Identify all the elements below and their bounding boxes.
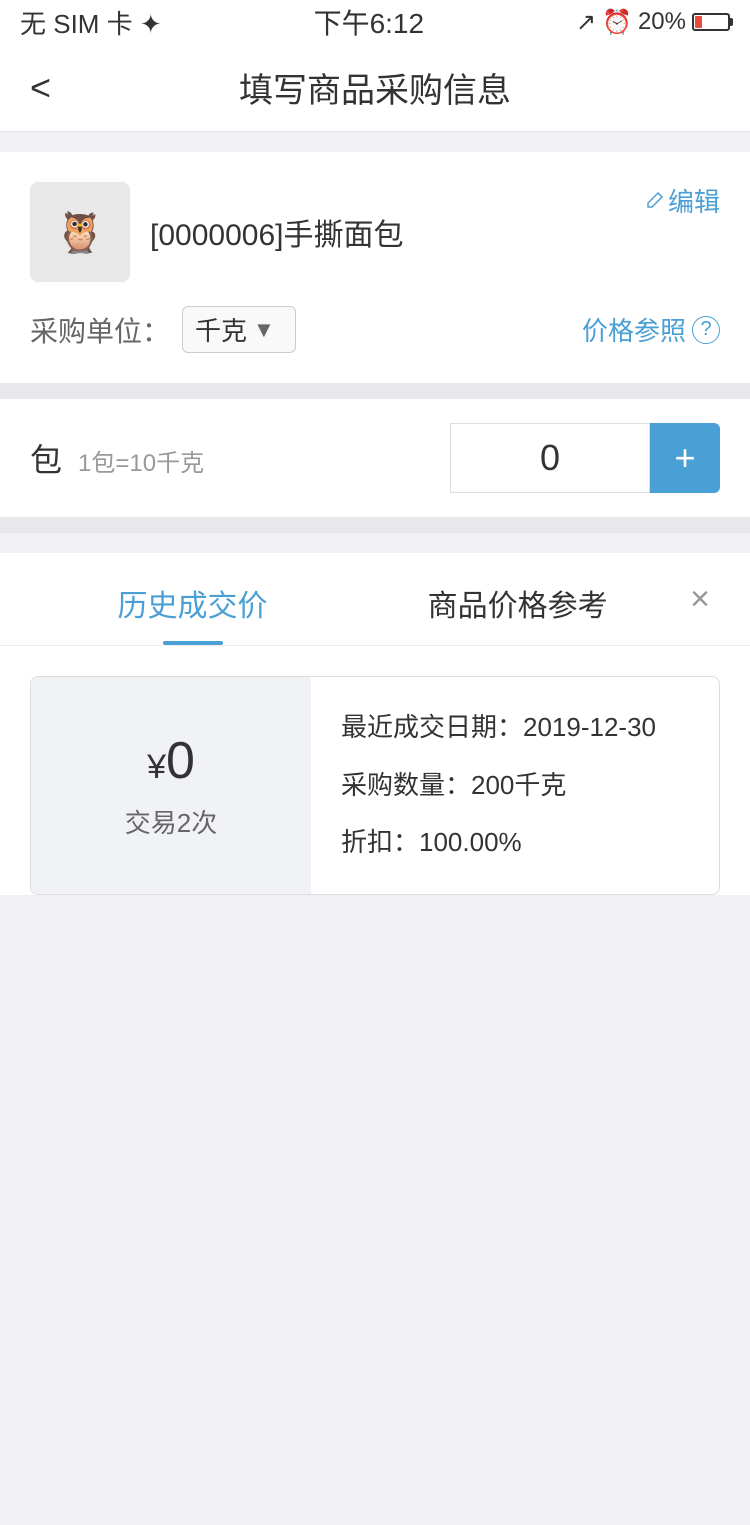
history-price-value: ¥0 bbox=[147, 731, 195, 791]
battery-icon bbox=[692, 13, 730, 31]
alarm-icon: ⏰ bbox=[602, 8, 632, 37]
product-name: [0000006]手撕面包 bbox=[150, 210, 403, 254]
history-price-summary: ¥0 交易2次 bbox=[31, 677, 311, 894]
purchase-quantity-label: 采购数量： bbox=[341, 770, 471, 800]
product-info-row: 🦉 [0000006]手撕面包 bbox=[30, 182, 403, 282]
edit-button[interactable]: 编辑 bbox=[644, 182, 720, 219]
quantity-plus-button[interactable]: + bbox=[650, 423, 720, 493]
status-right: ↗ ⏰ 20% bbox=[576, 8, 730, 37]
tab-product-price-ref-label: 商品价格参考 bbox=[428, 590, 608, 623]
price-number: 0 bbox=[166, 732, 195, 790]
status-time: 下午6:12 bbox=[314, 2, 425, 42]
edit-icon bbox=[644, 191, 664, 211]
page-title: 填写商品采购信息 bbox=[239, 63, 511, 112]
product-card: 🦉 [0000006]手撕面包 编辑 采购单位： 千克 ▼ 价格参照 ? bbox=[0, 152, 750, 383]
recent-date-row: 最近成交日期：2019-12-30 bbox=[341, 707, 689, 749]
tab-history-price-label: 历史成交价 bbox=[118, 590, 268, 623]
quantity-input-group: + bbox=[450, 423, 720, 493]
recent-date-label: 最近成交日期： bbox=[341, 712, 523, 742]
history-price-card: ¥0 交易2次 最近成交日期：2019-12-30 采购数量：200千克 折扣：… bbox=[30, 676, 720, 895]
tab-close-button[interactable]: × bbox=[680, 570, 720, 629]
location-icon: ↗ bbox=[576, 8, 596, 37]
quantity-row: 包 1包=10千克 + bbox=[0, 399, 750, 517]
nav-bar: < 填写商品采购信息 bbox=[0, 44, 750, 132]
discount-row: 折扣：100.00% bbox=[341, 822, 689, 864]
discount-label: 折扣： bbox=[341, 827, 419, 857]
quantity-unit-label: 包 bbox=[30, 435, 62, 481]
currency-symbol: ¥ bbox=[147, 748, 166, 786]
product-thumbnail: 🦉 bbox=[30, 182, 130, 282]
history-price-details: 最近成交日期：2019-12-30 采购数量：200千克 折扣：100.00% bbox=[311, 677, 719, 894]
tab-section: 历史成交价 商品价格参考 × ¥0 交易2次 最近成交日期：2019-12-30… bbox=[0, 553, 750, 895]
history-trade-count: 交易2次 bbox=[125, 803, 217, 840]
section-divider-2 bbox=[0, 517, 750, 533]
status-bar: 无 SIM 卡 ✦ 下午6:12 ↗ ⏰ 20% bbox=[0, 0, 750, 44]
price-ref-label: 价格参照 bbox=[582, 311, 686, 348]
battery-percent: 20% bbox=[638, 8, 686, 36]
sim-label: 无 SIM 卡 ✦ bbox=[20, 4, 162, 41]
purchase-quantity-row: 采购数量：200千克 bbox=[341, 765, 689, 807]
dropdown-arrow-icon: ▼ bbox=[253, 317, 275, 343]
unit-row: 采购单位： 千克 ▼ bbox=[30, 306, 296, 353]
edit-label: 编辑 bbox=[668, 182, 720, 219]
bottom-whitespace bbox=[0, 925, 750, 1525]
quantity-label-group: 包 1包=10千克 bbox=[30, 435, 204, 481]
unit-value: 千克 bbox=[195, 311, 247, 348]
product-meta: 采购单位： 千克 ▼ 价格参照 ? bbox=[30, 306, 720, 353]
tab-product-price-ref[interactable]: 商品价格参考 bbox=[355, 553, 680, 645]
product-header: 🦉 [0000006]手撕面包 编辑 bbox=[30, 182, 720, 282]
status-left: 无 SIM 卡 ✦ bbox=[20, 4, 162, 41]
help-icon: ? bbox=[692, 316, 720, 344]
product-image-placeholder: 🦉 bbox=[55, 209, 105, 256]
tab-header: 历史成交价 商品价格参考 × bbox=[0, 553, 750, 646]
discount-value: 100.00% bbox=[419, 827, 522, 857]
unit-select[interactable]: 千克 ▼ bbox=[182, 306, 296, 353]
section-divider bbox=[0, 383, 750, 399]
tab-history-price[interactable]: 历史成交价 bbox=[30, 553, 355, 645]
quantity-conversion: 1包=10千克 bbox=[78, 443, 204, 478]
quantity-input[interactable] bbox=[450, 423, 650, 493]
purchase-quantity-value: 200千克 bbox=[471, 770, 566, 800]
recent-date-value: 2019-12-30 bbox=[523, 712, 656, 742]
unit-prefix-label: 采购单位： bbox=[30, 310, 170, 350]
price-reference-button[interactable]: 价格参照 ? bbox=[582, 311, 720, 348]
back-button[interactable]: < bbox=[30, 57, 71, 119]
